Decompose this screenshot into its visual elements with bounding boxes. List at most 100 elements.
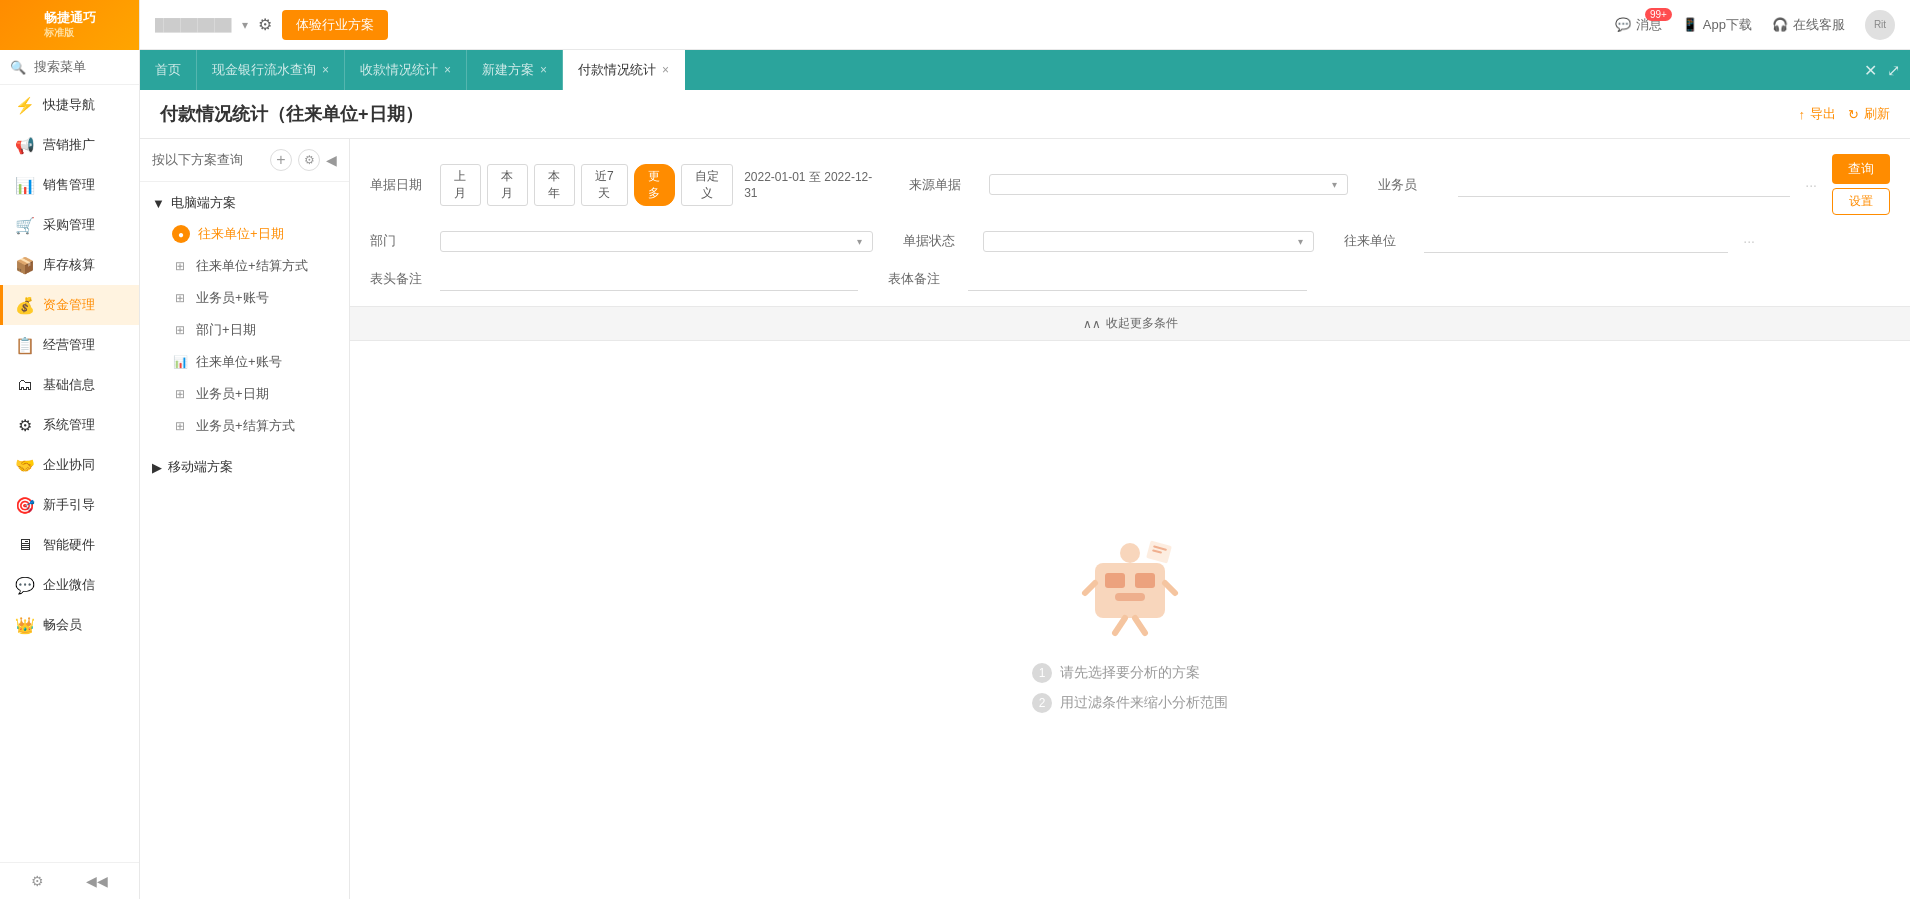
sidebar-item-purchase[interactable]: 🛒 采购管理: [0, 205, 139, 245]
avatar-text: Rit: [1874, 19, 1886, 30]
tab-new-scheme-close[interactable]: ×: [540, 63, 547, 77]
dept-arrow-icon: ▾: [857, 236, 862, 247]
topbar-left: █████████ ▾ ⚙ 体验行业方案: [155, 10, 388, 40]
scheme-item-dept-date[interactable]: ⊞ 部门+日期: [140, 314, 349, 346]
partner-dots-btn[interactable]: ···: [1743, 233, 1755, 249]
sidebar-item-marketing[interactable]: 📢 营销推广: [0, 125, 139, 165]
scheme-item-label-partner-settle: 往来单位+结算方式: [196, 257, 308, 275]
tab-receive[interactable]: 收款情况统计 ×: [345, 50, 467, 90]
date-btn-custom[interactable]: 自定义: [681, 164, 733, 206]
right-panel: 单据日期 上月 本月 本年 近7天 更多 自定义 2022-01-01 至 20…: [350, 139, 1910, 899]
mobile-group-label: 移动端方案: [168, 458, 233, 476]
mobile-scheme-group-header[interactable]: ▶ 移动端方案: [140, 452, 349, 482]
close-all-tabs-btn[interactable]: ✕: [1864, 61, 1877, 80]
sidebar-item-label-system: 系统管理: [43, 416, 95, 434]
export-icon: ↑: [1799, 107, 1806, 122]
sidebar-item-quick-nav[interactable]: ⚡ 快捷导航: [0, 85, 139, 125]
topbar-dropdown-icon[interactable]: ▾: [242, 18, 248, 32]
sidebar-item-label-marketing: 营销推广: [43, 136, 95, 154]
sidebar-item-enterprise[interactable]: 🤝 企业协同: [0, 445, 139, 485]
tip-text-2: 用过滤条件来缩小分析范围: [1060, 694, 1228, 712]
scheme-item-staff-date[interactable]: ⊞ 业务员+日期: [140, 378, 349, 410]
source-doc-select[interactable]: ▾: [989, 174, 1348, 195]
svg-rect-3: [1115, 593, 1145, 601]
salesperson-dots-btn[interactable]: ···: [1805, 177, 1817, 193]
sidebar-item-basic-info[interactable]: 🗂 基础信息: [0, 365, 139, 405]
tab-payment-close[interactable]: ×: [662, 63, 669, 77]
scheme-item-partner-settle[interactable]: ⊞ 往来单位+结算方式: [140, 250, 349, 282]
tab-new-scheme[interactable]: 新建方案 ×: [467, 50, 563, 90]
date-btn-more[interactable]: 更多: [634, 164, 675, 206]
tab-receive-close[interactable]: ×: [444, 63, 451, 77]
sidebar-item-member[interactable]: 👑 畅会员: [0, 605, 139, 645]
add-scheme-btn[interactable]: +: [270, 149, 292, 171]
sidebar-item-inventory[interactable]: 📦 库存核算: [0, 245, 139, 285]
sidebar-item-operations[interactable]: 📋 经营管理: [0, 325, 139, 365]
sidebar-item-hardware[interactable]: 🖥 智能硬件: [0, 525, 139, 565]
export-label: 导出: [1810, 105, 1836, 123]
app-download-btn[interactable]: 📱 App下载: [1682, 16, 1752, 34]
refresh-icon: ↻: [1848, 107, 1859, 122]
notifications-btn[interactable]: 💬 消息 99+: [1615, 16, 1662, 34]
add-icon: +: [276, 151, 285, 169]
salesperson-label: 业务员: [1378, 176, 1448, 194]
system-icon: ⚙: [15, 415, 35, 435]
page-actions: ↑ 导出 ↻ 刷新: [1799, 105, 1891, 123]
filter-row-3: 表头备注 表体备注: [370, 267, 1890, 291]
search-menu-label: 搜索菜单: [34, 58, 86, 76]
tab-home[interactable]: 首页: [140, 50, 197, 90]
refresh-btn[interactable]: ↻ 刷新: [1848, 105, 1890, 123]
dept-label: 部门: [370, 232, 440, 250]
topbar-settings-icon[interactable]: ⚙: [258, 15, 272, 34]
scheme-item-staff-account[interactable]: ⊞ 业务员+账号: [140, 282, 349, 314]
body-note-input[interactable]: [968, 267, 1306, 291]
sidebar-collapse-btn[interactable]: ◀◀: [86, 873, 108, 889]
collapse-label: 收起更多条件: [1106, 315, 1178, 332]
sidebar-bottom: ⚙ ◀◀: [0, 862, 139, 899]
desktop-group-label: 电脑端方案: [171, 194, 236, 212]
partner-input[interactable]: [1424, 229, 1728, 253]
table-icon-5: ⊞: [172, 418, 188, 434]
query-btn[interactable]: 查询: [1832, 154, 1890, 184]
date-btn-this-year[interactable]: 本年: [534, 164, 575, 206]
panel-collapse-btn[interactable]: ◀: [326, 152, 337, 168]
user-avatar[interactable]: Rit: [1865, 10, 1895, 40]
scheme-item-staff-settle[interactable]: ⊞ 业务员+结算方式: [140, 410, 349, 442]
scheme-item-label-dept-date: 部门+日期: [196, 321, 256, 339]
tab-bank-close[interactable]: ×: [322, 63, 329, 77]
scheme-item-partner-account[interactable]: 📊 往来单位+账号: [140, 346, 349, 378]
collapse-bar[interactable]: ∧∧ 收起更多条件: [350, 307, 1910, 341]
app-name: 畅捷通巧: [44, 10, 96, 26]
search-menu[interactable]: 🔍 搜索菜单: [0, 50, 139, 85]
sidebar-item-guide[interactable]: 🎯 新手引导: [0, 485, 139, 525]
trial-btn[interactable]: 体验行业方案: [282, 10, 388, 40]
salesperson-input[interactable]: [1458, 173, 1790, 197]
date-btn-last-month[interactable]: 上月: [440, 164, 481, 206]
partner-label: 往来单位: [1344, 232, 1414, 250]
dept-select[interactable]: ▾: [440, 231, 873, 252]
settings-btn[interactable]: 设置: [1832, 188, 1890, 215]
doc-status-select[interactable]: ▾: [983, 231, 1314, 252]
svg-rect-1: [1105, 573, 1125, 588]
header-note-input[interactable]: [440, 267, 858, 291]
maximize-btn[interactable]: ⤢: [1887, 61, 1900, 80]
date-btn-7days[interactable]: 近7天: [581, 164, 628, 206]
tab-bank[interactable]: 现金银行流水查询 ×: [197, 50, 345, 90]
export-btn[interactable]: ↑ 导出: [1799, 105, 1837, 123]
sidebar-item-system[interactable]: ⚙ 系统管理: [0, 405, 139, 445]
tab-bank-label: 现金银行流水查询: [212, 61, 316, 79]
header-note-label: 表头备注: [370, 270, 440, 288]
tab-payment[interactable]: 付款情况统计 ×: [563, 50, 685, 90]
mobile-group-arrow: ▶: [152, 460, 162, 475]
scheme-settings-btn[interactable]: ⚙: [298, 149, 320, 171]
sidebar-item-sales[interactable]: 📊 销售管理: [0, 165, 139, 205]
online-service-btn[interactable]: 🎧 在线客服: [1772, 16, 1845, 34]
sidebar-item-weixin[interactable]: 💬 企业微信: [0, 565, 139, 605]
date-btn-this-month[interactable]: 本月: [487, 164, 528, 206]
sidebar-item-label-sales: 销售管理: [43, 176, 95, 194]
sidebar-item-finance[interactable]: 💰 资金管理: [0, 285, 139, 325]
main-content: █████████ ▾ ⚙ 体验行业方案 💬 消息 99+ 📱 App下载 🎧 …: [140, 0, 1910, 899]
scheme-item-partner-date[interactable]: ● 往来单位+日期: [140, 218, 349, 250]
desktop-scheme-group-header[interactable]: ▼ 电脑端方案: [140, 188, 349, 218]
sidebar-settings-btn[interactable]: ⚙: [31, 873, 44, 889]
